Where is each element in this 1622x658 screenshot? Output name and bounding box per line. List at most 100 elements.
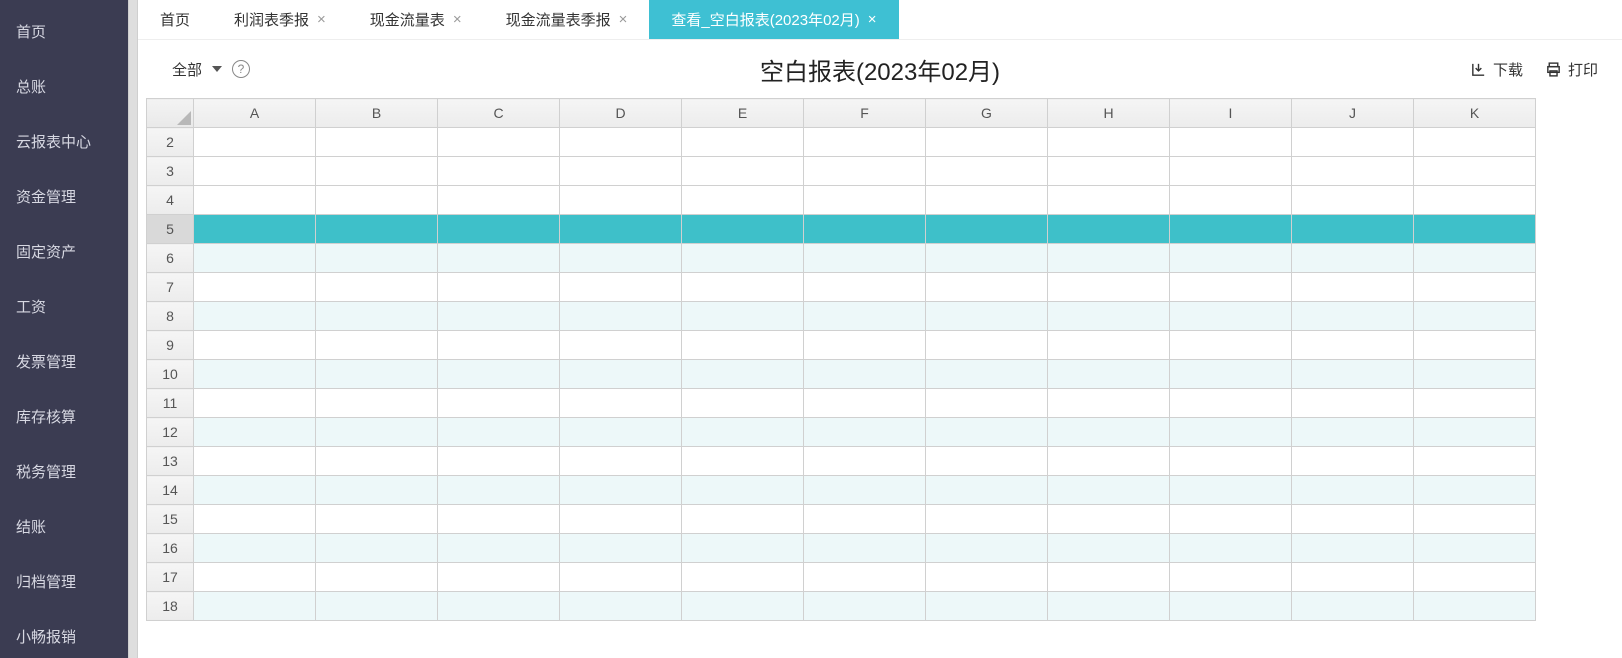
- cell[interactable]: [438, 331, 560, 360]
- cell[interactable]: [438, 157, 560, 186]
- cell[interactable]: [682, 563, 804, 592]
- cell[interactable]: [682, 447, 804, 476]
- row-header[interactable]: 17: [147, 563, 194, 592]
- download-button[interactable]: 下载: [1470, 59, 1523, 80]
- cell[interactable]: [438, 563, 560, 592]
- sidebar-item[interactable]: 税务管理: [0, 444, 128, 499]
- sidebar-item[interactable]: 归档管理: [0, 554, 128, 609]
- cell[interactable]: [926, 331, 1048, 360]
- cell[interactable]: [1170, 534, 1292, 563]
- column-header[interactable]: E: [682, 99, 804, 128]
- cell[interactable]: [682, 157, 804, 186]
- cell[interactable]: [804, 244, 926, 273]
- cell[interactable]: [316, 447, 438, 476]
- cell[interactable]: [804, 186, 926, 215]
- cell[interactable]: [926, 505, 1048, 534]
- close-icon[interactable]: ×: [453, 12, 462, 27]
- close-icon[interactable]: ×: [868, 12, 877, 27]
- cell[interactable]: [560, 418, 682, 447]
- cell[interactable]: [316, 128, 438, 157]
- cell[interactable]: [1292, 476, 1414, 505]
- sidebar-item[interactable]: 发票管理: [0, 334, 128, 389]
- cell[interactable]: [804, 302, 926, 331]
- cell[interactable]: [682, 215, 804, 244]
- row-header[interactable]: 7: [147, 273, 194, 302]
- cell[interactable]: [438, 476, 560, 505]
- cell[interactable]: [1414, 592, 1536, 621]
- cell[interactable]: [316, 476, 438, 505]
- sidebar-scroll-gutter[interactable]: [128, 0, 138, 658]
- cell[interactable]: [194, 360, 316, 389]
- cell[interactable]: [682, 128, 804, 157]
- cell[interactable]: [194, 244, 316, 273]
- cell[interactable]: [1292, 447, 1414, 476]
- cell[interactable]: [1170, 215, 1292, 244]
- cell[interactable]: [1414, 186, 1536, 215]
- cell[interactable]: [1292, 418, 1414, 447]
- cell[interactable]: [1170, 360, 1292, 389]
- row-header[interactable]: 8: [147, 302, 194, 331]
- cell[interactable]: [926, 447, 1048, 476]
- cell[interactable]: [804, 563, 926, 592]
- row-header[interactable]: 6: [147, 244, 194, 273]
- cell[interactable]: [682, 592, 804, 621]
- cell[interactable]: [316, 534, 438, 563]
- cell[interactable]: [1048, 331, 1170, 360]
- cell[interactable]: [804, 592, 926, 621]
- cell[interactable]: [926, 273, 1048, 302]
- cell[interactable]: [1048, 186, 1170, 215]
- cell[interactable]: [1292, 186, 1414, 215]
- cell[interactable]: [926, 128, 1048, 157]
- cell[interactable]: [682, 273, 804, 302]
- sidebar-item[interactable]: 结账: [0, 499, 128, 554]
- cell[interactable]: [1048, 505, 1170, 534]
- cell[interactable]: [926, 418, 1048, 447]
- cell[interactable]: [560, 273, 682, 302]
- row-header[interactable]: 18: [147, 592, 194, 621]
- cell[interactable]: [194, 273, 316, 302]
- cell[interactable]: [1048, 534, 1170, 563]
- cell[interactable]: [194, 215, 316, 244]
- cell[interactable]: [1414, 505, 1536, 534]
- column-header[interactable]: G: [926, 99, 1048, 128]
- cell[interactable]: [1048, 592, 1170, 621]
- close-icon[interactable]: ×: [619, 12, 628, 27]
- column-header[interactable]: C: [438, 99, 560, 128]
- cell[interactable]: [316, 244, 438, 273]
- cell[interactable]: [1048, 418, 1170, 447]
- cell[interactable]: [804, 476, 926, 505]
- cell[interactable]: [1292, 563, 1414, 592]
- cell[interactable]: [804, 389, 926, 418]
- cell[interactable]: [1292, 592, 1414, 621]
- cell[interactable]: [1292, 389, 1414, 418]
- cell[interactable]: [926, 389, 1048, 418]
- sidebar-item[interactable]: 资金管理: [0, 169, 128, 224]
- cell[interactable]: [194, 186, 316, 215]
- cell[interactable]: [682, 331, 804, 360]
- cell[interactable]: [1292, 215, 1414, 244]
- cell[interactable]: [926, 476, 1048, 505]
- cell[interactable]: [1048, 476, 1170, 505]
- cell[interactable]: [438, 592, 560, 621]
- cell[interactable]: [438, 302, 560, 331]
- column-header[interactable]: I: [1170, 99, 1292, 128]
- tab[interactable]: 首页: [138, 0, 212, 39]
- sidebar-item[interactable]: 工资: [0, 279, 128, 334]
- row-header[interactable]: 12: [147, 418, 194, 447]
- cell[interactable]: [1048, 389, 1170, 418]
- cell[interactable]: [1048, 244, 1170, 273]
- cell[interactable]: [560, 534, 682, 563]
- cell[interactable]: [438, 534, 560, 563]
- cell[interactable]: [438, 244, 560, 273]
- cell[interactable]: [1292, 331, 1414, 360]
- cell[interactable]: [1414, 244, 1536, 273]
- cell[interactable]: [1414, 389, 1536, 418]
- cell[interactable]: [1414, 128, 1536, 157]
- cell[interactable]: [194, 128, 316, 157]
- cell[interactable]: [804, 273, 926, 302]
- cell[interactable]: [194, 476, 316, 505]
- cell[interactable]: [1292, 244, 1414, 273]
- cell[interactable]: [1048, 128, 1170, 157]
- cell[interactable]: [1414, 418, 1536, 447]
- column-header[interactable]: B: [316, 99, 438, 128]
